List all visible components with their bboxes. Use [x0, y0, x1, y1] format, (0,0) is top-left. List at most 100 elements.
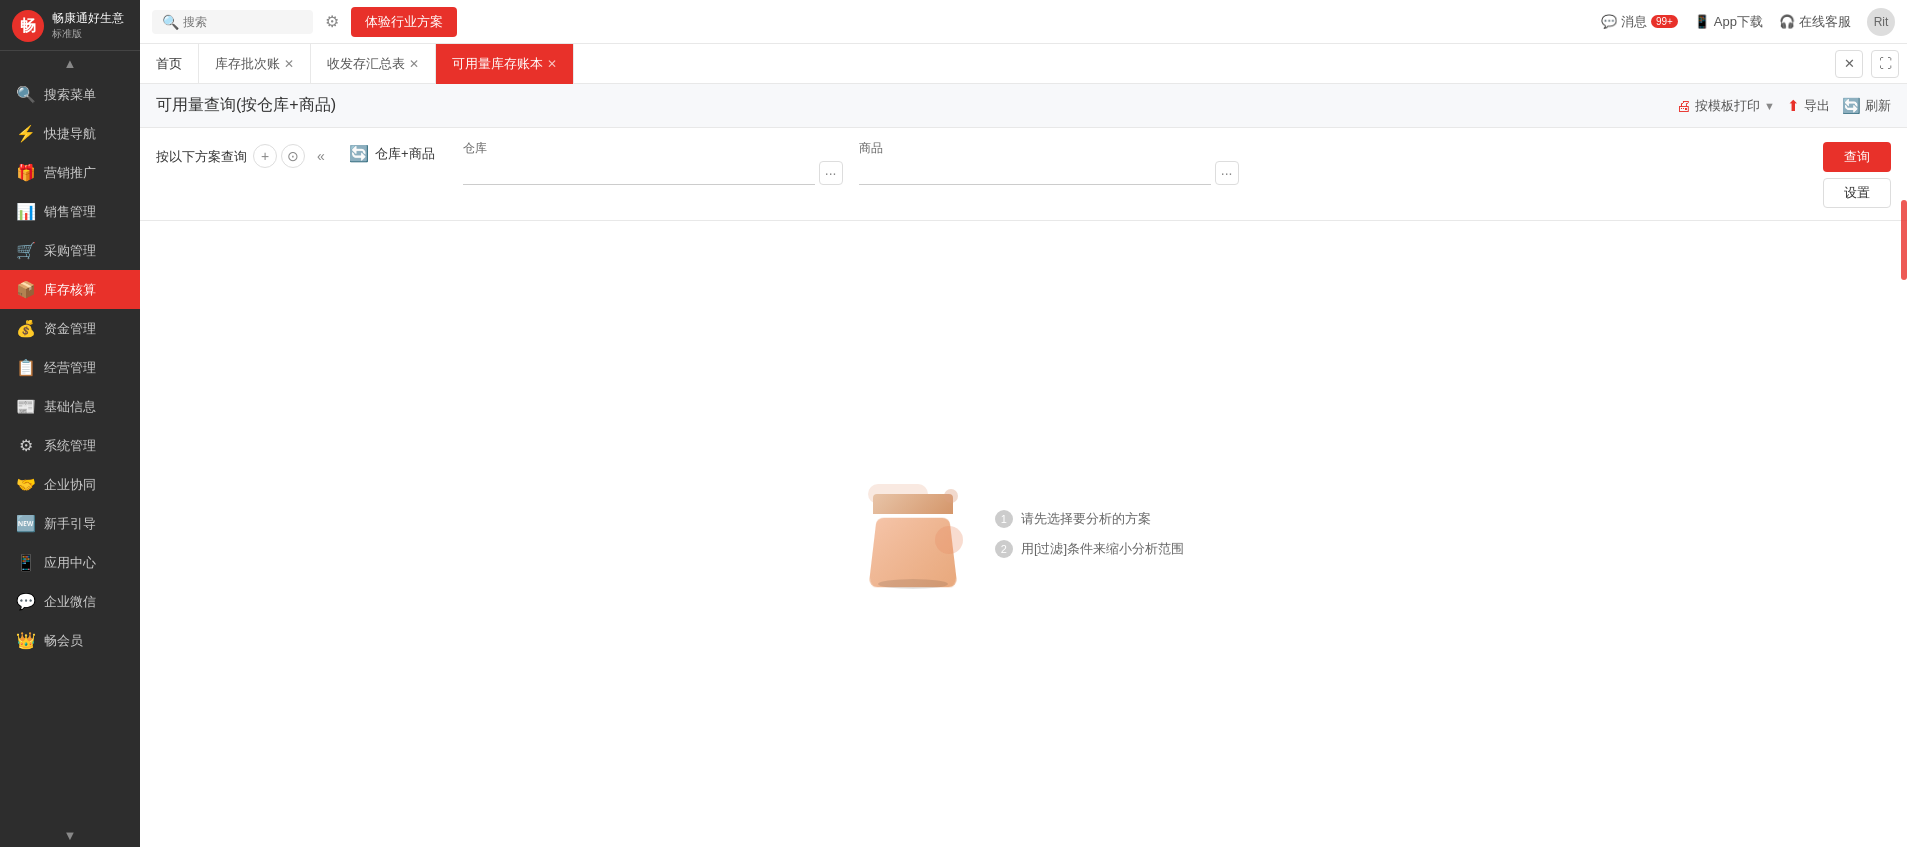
- sidebar-scroll-up[interactable]: ▲: [0, 51, 140, 75]
- tip-1-number: 1: [995, 510, 1013, 528]
- empty-tips: 1 请先选择要分析的方案 2 用[过滤]条件来缩小分析范围: [995, 510, 1184, 558]
- export-icon: ⬆: [1787, 97, 1800, 115]
- warehouse-input[interactable]: [463, 161, 815, 185]
- print-label: 按模板打印: [1695, 97, 1760, 115]
- sidebar-item-system[interactable]: ⚙ 系统管理: [0, 426, 140, 465]
- filter-add-button[interactable]: +: [253, 144, 277, 168]
- app-download-button[interactable]: 📱 App下载: [1694, 13, 1763, 31]
- filter-settings-button[interactable]: ⊙: [281, 144, 305, 168]
- sidebar-item-member[interactable]: 👑 畅会员: [0, 621, 140, 660]
- sidebar-item-appstore[interactable]: 📱 应用中心: [0, 543, 140, 582]
- handshake-icon: 🤝: [16, 475, 36, 494]
- tip-2-number: 2: [995, 540, 1013, 558]
- chart-icon: 📊: [16, 202, 36, 221]
- tab-batch-account[interactable]: 库存批次账 ✕: [199, 44, 311, 84]
- industry-solution-button[interactable]: 体验行业方案: [351, 7, 457, 37]
- search-icon: 🔍: [162, 14, 179, 30]
- empty-tip-2: 2 用[过滤]条件来缩小分析范围: [995, 540, 1184, 558]
- search-input[interactable]: [183, 15, 303, 29]
- query-button[interactable]: 查询: [1823, 142, 1891, 172]
- sidebar-item-enterprise[interactable]: 🤝 企业协同: [0, 465, 140, 504]
- sidebar-item-label: 销售管理: [44, 203, 96, 221]
- refresh-button[interactable]: 🔄 刷新: [1842, 97, 1891, 115]
- tab-close-icon[interactable]: ✕: [547, 57, 557, 71]
- tip-1-text: 请先选择要分析的方案: [1021, 510, 1151, 528]
- topbar-search-box[interactable]: 🔍: [152, 10, 313, 34]
- product-field-group: 商品 ···: [859, 140, 1239, 185]
- sidebar-item-label: 采购管理: [44, 242, 96, 260]
- money-icon: 💰: [16, 319, 36, 338]
- tab-close-icon[interactable]: ✕: [284, 57, 294, 71]
- sidebar-item-label: 快捷导航: [44, 125, 96, 143]
- empty-tip-1: 1 请先选择要分析的方案: [995, 510, 1184, 528]
- online-service-button[interactable]: 🎧 在线客服: [1779, 13, 1851, 31]
- sidebar-item-search[interactable]: 🔍 搜索菜单: [0, 75, 140, 114]
- sidebar-item-purchase[interactable]: 🛒 采购管理: [0, 231, 140, 270]
- tab-home[interactable]: 首页: [140, 44, 199, 84]
- mobile-icon: 📱: [1694, 14, 1710, 29]
- sidebar-item-newbie[interactable]: 🆕 新手引导: [0, 504, 140, 543]
- chat-icon: 💬: [16, 592, 36, 611]
- sidebar-item-sales[interactable]: 📊 销售管理: [0, 192, 140, 231]
- sidebar-scroll-down[interactable]: ▼: [0, 823, 140, 847]
- message-button[interactable]: 💬 消息 99+: [1601, 13, 1678, 31]
- clipboard-icon: 📋: [16, 358, 36, 377]
- tab-label: 首页: [156, 55, 182, 73]
- right-scrollbar[interactable]: [1901, 200, 1907, 280]
- warehouse-field-label: 仓库: [463, 140, 843, 157]
- filter-panel: 按以下方案查询 + ⊙ « 🔄 仓库+商品 仓库 ···: [140, 128, 1907, 221]
- online-service-label: 在线客服: [1799, 13, 1851, 31]
- tabs-bar: 首页 库存批次账 ✕ 收发存汇总表 ✕ 可用量库存账本 ✕ ✕ ⛶: [140, 44, 1907, 84]
- expand-button[interactable]: ⛶: [1871, 50, 1899, 78]
- sidebar-item-label: 基础信息: [44, 398, 96, 416]
- export-button[interactable]: ⬆ 导出: [1787, 97, 1830, 115]
- topbar-right: 💬 消息 99+ 📱 App下载 🎧 在线客服 Rit: [1601, 8, 1895, 36]
- tab-collect-summary[interactable]: 收发存汇总表 ✕: [311, 44, 436, 84]
- sidebar-item-operations[interactable]: 📋 经营管理: [0, 348, 140, 387]
- refresh-icon: 🔄: [1842, 97, 1861, 115]
- new-icon: 🆕: [16, 514, 36, 533]
- app-logo-icon: 畅: [12, 10, 44, 42]
- empty-box-shadow: [878, 579, 948, 589]
- warehouse-lookup-button[interactable]: ···: [819, 161, 843, 185]
- product-input[interactable]: [859, 161, 1211, 185]
- message-icon: 💬: [1601, 14, 1617, 29]
- content-area: 按以下方案查询 + ⊙ « 🔄 仓库+商品 仓库 ···: [140, 128, 1907, 847]
- sidebar-item-basic[interactable]: 📰 基础信息: [0, 387, 140, 426]
- tab-available-stock[interactable]: 可用量库存账本 ✕: [436, 44, 574, 84]
- sidebar-item-label: 经营管理: [44, 359, 96, 377]
- product-lookup-button[interactable]: ···: [1215, 161, 1239, 185]
- print-dropdown-icon[interactable]: ▼: [1764, 100, 1775, 112]
- sidebar-item-stock[interactable]: 📦 库存核算: [0, 270, 140, 309]
- crown-icon: 👑: [16, 631, 36, 650]
- tabs-right-controls: ✕ ⛶: [1835, 50, 1907, 78]
- warehouse-field-group: 仓库 ···: [463, 140, 843, 185]
- print-button[interactable]: 🖨 按模板打印 ▼: [1676, 97, 1775, 115]
- filter-scheme-warehouse-product[interactable]: 🔄 仓库+商品: [341, 140, 443, 167]
- print-icon: 🖨: [1676, 97, 1691, 114]
- sidebar-item-quicknav[interactable]: ⚡ 快捷导航: [0, 114, 140, 153]
- page-title: 可用量查询(按仓库+商品): [156, 95, 1676, 116]
- empty-box-top: [873, 494, 953, 514]
- tab-close-icon[interactable]: ✕: [409, 57, 419, 71]
- sidebar-item-wechat[interactable]: 💬 企业微信: [0, 582, 140, 621]
- tab-label: 可用量库存账本: [452, 55, 543, 73]
- right-action-buttons: 查询 设置: [1823, 142, 1891, 208]
- scheme-label: 仓库+商品: [375, 145, 435, 163]
- sidebar-item-finance[interactable]: 💰 资金管理: [0, 309, 140, 348]
- settings-icon[interactable]: ⚙: [321, 8, 343, 35]
- sidebar-item-label: 库存核算: [44, 281, 96, 299]
- sidebar-item-label: 系统管理: [44, 437, 96, 455]
- sidebar-item-marketing[interactable]: 🎁 营销推广: [0, 153, 140, 192]
- filter-label: 按以下方案查询: [156, 148, 247, 166]
- user-avatar[interactable]: Rit: [1867, 8, 1895, 36]
- page-actions: 🖨 按模板打印 ▼ ⬆ 导出 🔄 刷新: [1676, 97, 1891, 115]
- tab-label: 收发存汇总表: [327, 55, 405, 73]
- box-icon: 📦: [16, 280, 36, 299]
- newspaper-icon: 📰: [16, 397, 36, 416]
- sidebar-logo: 畅 畅康通好生意 标准版: [0, 0, 140, 51]
- app-name: 畅康通好生意: [52, 11, 124, 27]
- close-all-tabs-button[interactable]: ✕: [1835, 50, 1863, 78]
- settings-button[interactable]: 设置: [1823, 178, 1891, 208]
- filter-collapse-button[interactable]: «: [309, 144, 333, 168]
